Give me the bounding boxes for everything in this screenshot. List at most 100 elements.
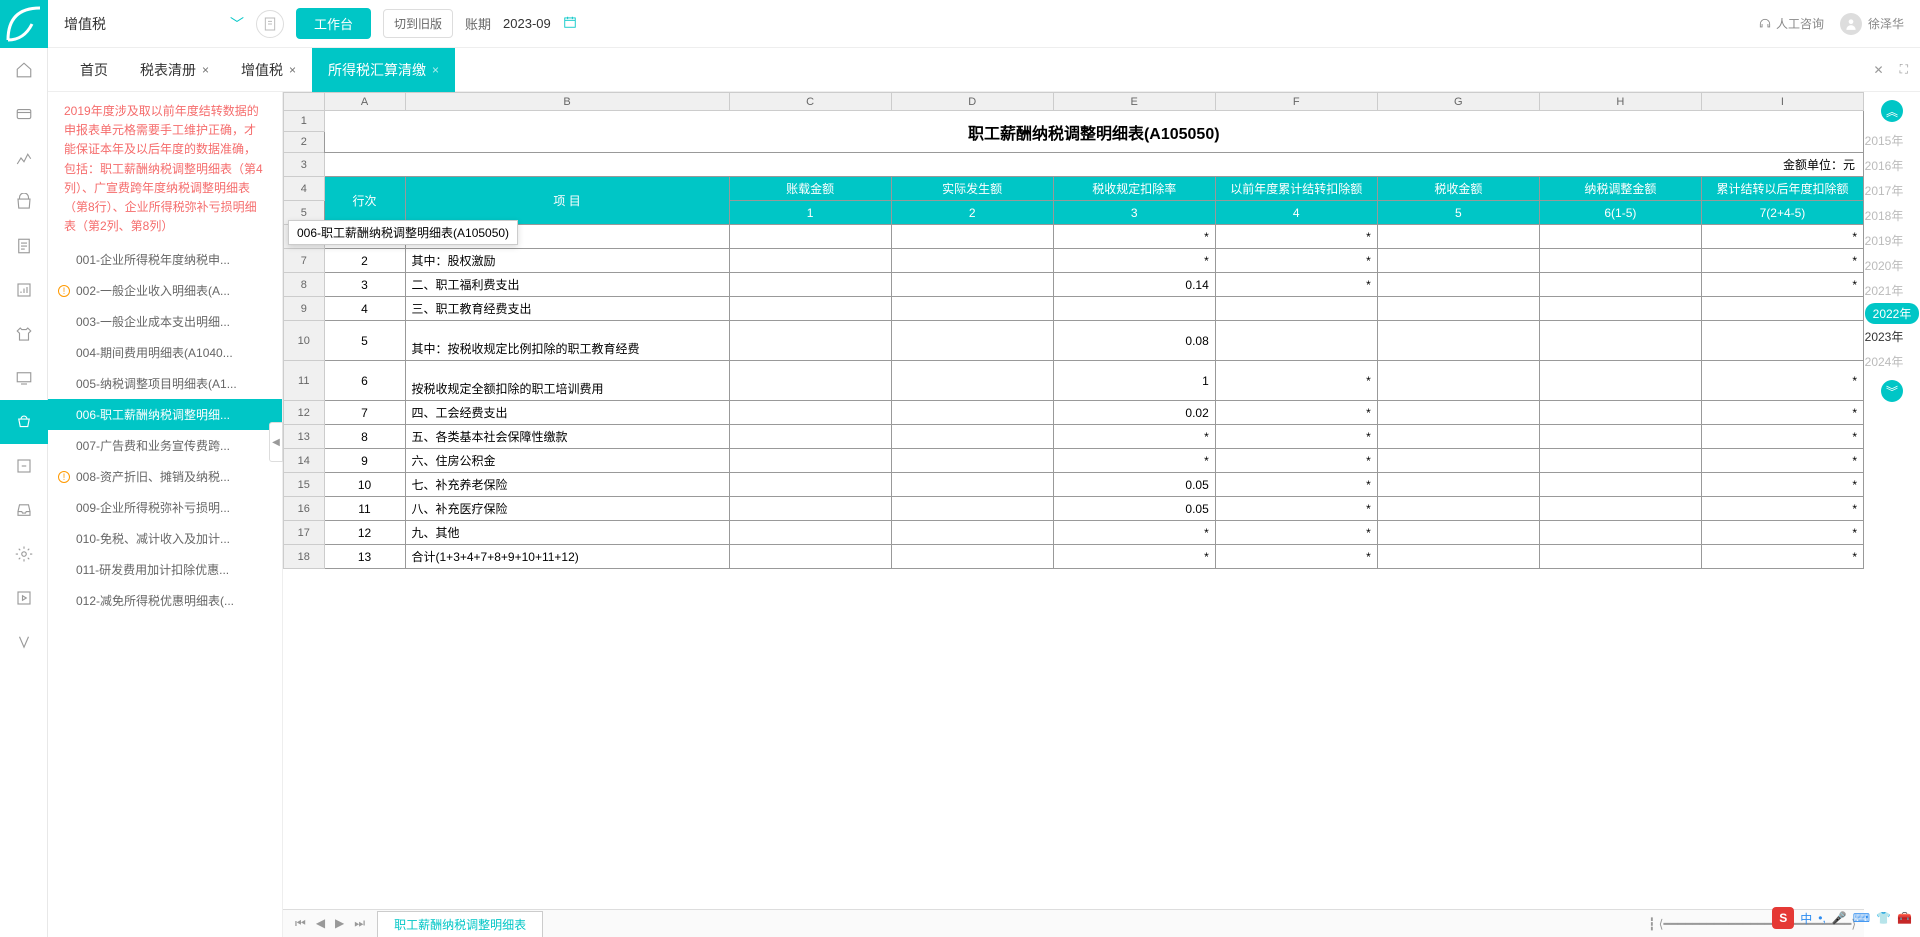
year-2021年[interactable]: 2021年 (1865, 278, 1920, 303)
row-hdr-3[interactable]: 3 (284, 153, 325, 177)
cell-r13-c2[interactable] (729, 425, 891, 449)
col-hdr-D[interactable]: D (891, 93, 1053, 111)
cell-r6-c4[interactable]: * (1053, 225, 1215, 249)
cell-r13-c0[interactable]: 8 (324, 425, 405, 449)
col-hdr-G[interactable]: G (1377, 93, 1539, 111)
ime-sogou-icon[interactable]: S (1772, 907, 1794, 929)
calendar-icon[interactable] (563, 15, 577, 32)
row-hdr-12[interactable]: 12 (284, 401, 325, 425)
cell-r14-c4[interactable]: * (1053, 449, 1215, 473)
cell-r17-c7[interactable] (1539, 521, 1701, 545)
cell-r13-c4[interactable]: * (1053, 425, 1215, 449)
cell-r10-c2[interactable] (729, 321, 891, 361)
cell-r17-c2[interactable] (729, 521, 891, 545)
cell-r9-c5[interactable] (1215, 297, 1377, 321)
cell-r10-c0[interactable]: 5 (324, 321, 405, 361)
cell-r12-c8[interactable]: * (1701, 401, 1863, 425)
nav-home-icon[interactable] (0, 48, 48, 92)
spreadsheet-grid[interactable]: ABCDEFGHI1职工薪酬纳税调整明细表(A105050)23金额单位：元4行… (283, 92, 1864, 569)
cell-r7-c6[interactable] (1377, 249, 1539, 273)
cell-r11-c8[interactable]: * (1701, 361, 1863, 401)
cell-r17-c1[interactable]: 九、其他 (405, 521, 729, 545)
cell-r10-c5[interactable] (1215, 321, 1377, 361)
cell-r18-c8[interactable]: * (1701, 545, 1863, 569)
cell-r7-c2[interactable] (729, 249, 891, 273)
cell-r7-c1[interactable]: 其中：股权激励 (405, 249, 729, 273)
row-hdr-2[interactable]: 2 (284, 132, 325, 153)
cell-r16-c1[interactable]: 八、补充医疗保险 (405, 497, 729, 521)
nav-shirt-icon[interactable] (0, 312, 48, 356)
nav-item-0[interactable]: 001-企业所得税年度纳税申... (48, 244, 282, 275)
cell-r15-c7[interactable] (1539, 473, 1701, 497)
cell-r7-c7[interactable] (1539, 249, 1701, 273)
col-hdr-E[interactable]: E (1053, 93, 1215, 111)
year-2024年[interactable]: 2024年 (1865, 349, 1920, 374)
year-2019年[interactable]: 2019年 (1865, 228, 1920, 253)
cell-r17-c8[interactable]: * (1701, 521, 1863, 545)
close-icon[interactable]: × (289, 63, 296, 77)
nav-bag-icon[interactable] (0, 180, 48, 224)
cell-r8-c7[interactable] (1539, 273, 1701, 297)
cell-r10-c4[interactable]: 0.08 (1053, 321, 1215, 361)
cell-r16-c0[interactable]: 11 (324, 497, 405, 521)
cell-r8-c5[interactable]: * (1215, 273, 1377, 297)
row-hdr-18[interactable]: 18 (284, 545, 325, 569)
cell-r9-c7[interactable] (1539, 297, 1701, 321)
year-2016年[interactable]: 2016年 (1865, 153, 1920, 178)
nav-item-2[interactable]: 003-一般企业成本支出明细... (48, 306, 282, 337)
cell-r14-c2[interactable] (729, 449, 891, 473)
cell-r13-c1[interactable]: 五、各类基本社会保障性缴款 (405, 425, 729, 449)
cell-r15-c4[interactable]: 0.05 (1053, 473, 1215, 497)
cell-r18-c2[interactable] (729, 545, 891, 569)
tab-0[interactable]: 首页 (64, 48, 124, 92)
cell-r11-c0[interactable]: 6 (324, 361, 405, 401)
cell-r11-c4[interactable]: 1 (1053, 361, 1215, 401)
sheet-first[interactable]: ⏮ (291, 916, 310, 931)
row-hdr-8[interactable]: 8 (284, 273, 325, 297)
cell-r11-c7[interactable] (1539, 361, 1701, 401)
nav-settings-icon[interactable] (0, 532, 48, 576)
cell-r7-c3[interactable] (891, 249, 1053, 273)
nav-item-6[interactable]: 007-广告费和业务宣传费跨... (48, 430, 282, 461)
cell-r13-c6[interactable] (1377, 425, 1539, 449)
cell-r10-c3[interactable] (891, 321, 1053, 361)
tab-1[interactable]: 税表清册× (124, 48, 225, 92)
year-down-button[interactable]: ︾ (1881, 380, 1903, 402)
cell-r12-c5[interactable]: * (1215, 401, 1377, 425)
cell-r7-c5[interactable]: * (1215, 249, 1377, 273)
cell-r8-c2[interactable] (729, 273, 891, 297)
cell-r6-c7[interactable] (1539, 225, 1701, 249)
cell-r6-c5[interactable]: * (1215, 225, 1377, 249)
ime-tool-icon[interactable]: 🧰 (1897, 911, 1912, 925)
row-hdr-11[interactable]: 11 (284, 361, 325, 401)
cell-r15-c2[interactable] (729, 473, 891, 497)
cell-r11-c2[interactable] (729, 361, 891, 401)
sheet-prev[interactable]: ◀ (312, 916, 329, 931)
cell-r8-c0[interactable]: 3 (324, 273, 405, 297)
cell-r17-c6[interactable] (1377, 521, 1539, 545)
cell-r18-c4[interactable]: * (1053, 545, 1215, 569)
cell-r15-c8[interactable]: * (1701, 473, 1863, 497)
nav-archive-icon[interactable] (0, 444, 48, 488)
year-up-button[interactable]: ︽ (1881, 100, 1903, 122)
nav-card-icon[interactable] (0, 92, 48, 136)
cell-r8-c4[interactable]: 0.14 (1053, 273, 1215, 297)
cell-r15-c5[interactable]: * (1215, 473, 1377, 497)
year-2020年[interactable]: 2020年 (1865, 253, 1920, 278)
cell-r15-c3[interactable] (891, 473, 1053, 497)
cell-r15-c1[interactable]: 七、补充养老保险 (405, 473, 729, 497)
nav-item-9[interactable]: 010-免税、减计收入及加计... (48, 523, 282, 554)
cell-r10-c1[interactable]: 其中：按税收规定比例扣除的职工教育经费 (405, 321, 729, 361)
cell-r9-c3[interactable] (891, 297, 1053, 321)
cell-r14-c3[interactable] (891, 449, 1053, 473)
cell-r17-c4[interactable]: * (1053, 521, 1215, 545)
cell-r13-c3[interactable] (891, 425, 1053, 449)
workbench-button[interactable]: 工作台 (296, 8, 371, 39)
cell-r8-c3[interactable] (891, 273, 1053, 297)
ime-kbd-icon[interactable]: ⌨ (1853, 911, 1870, 925)
cell-r16-c3[interactable] (891, 497, 1053, 521)
row-hdr-10[interactable]: 10 (284, 321, 325, 361)
cell-r9-c2[interactable] (729, 297, 891, 321)
row-hdr-17[interactable]: 17 (284, 521, 325, 545)
nav-item-4[interactable]: 005-纳税调整项目明细表(A1... (48, 368, 282, 399)
